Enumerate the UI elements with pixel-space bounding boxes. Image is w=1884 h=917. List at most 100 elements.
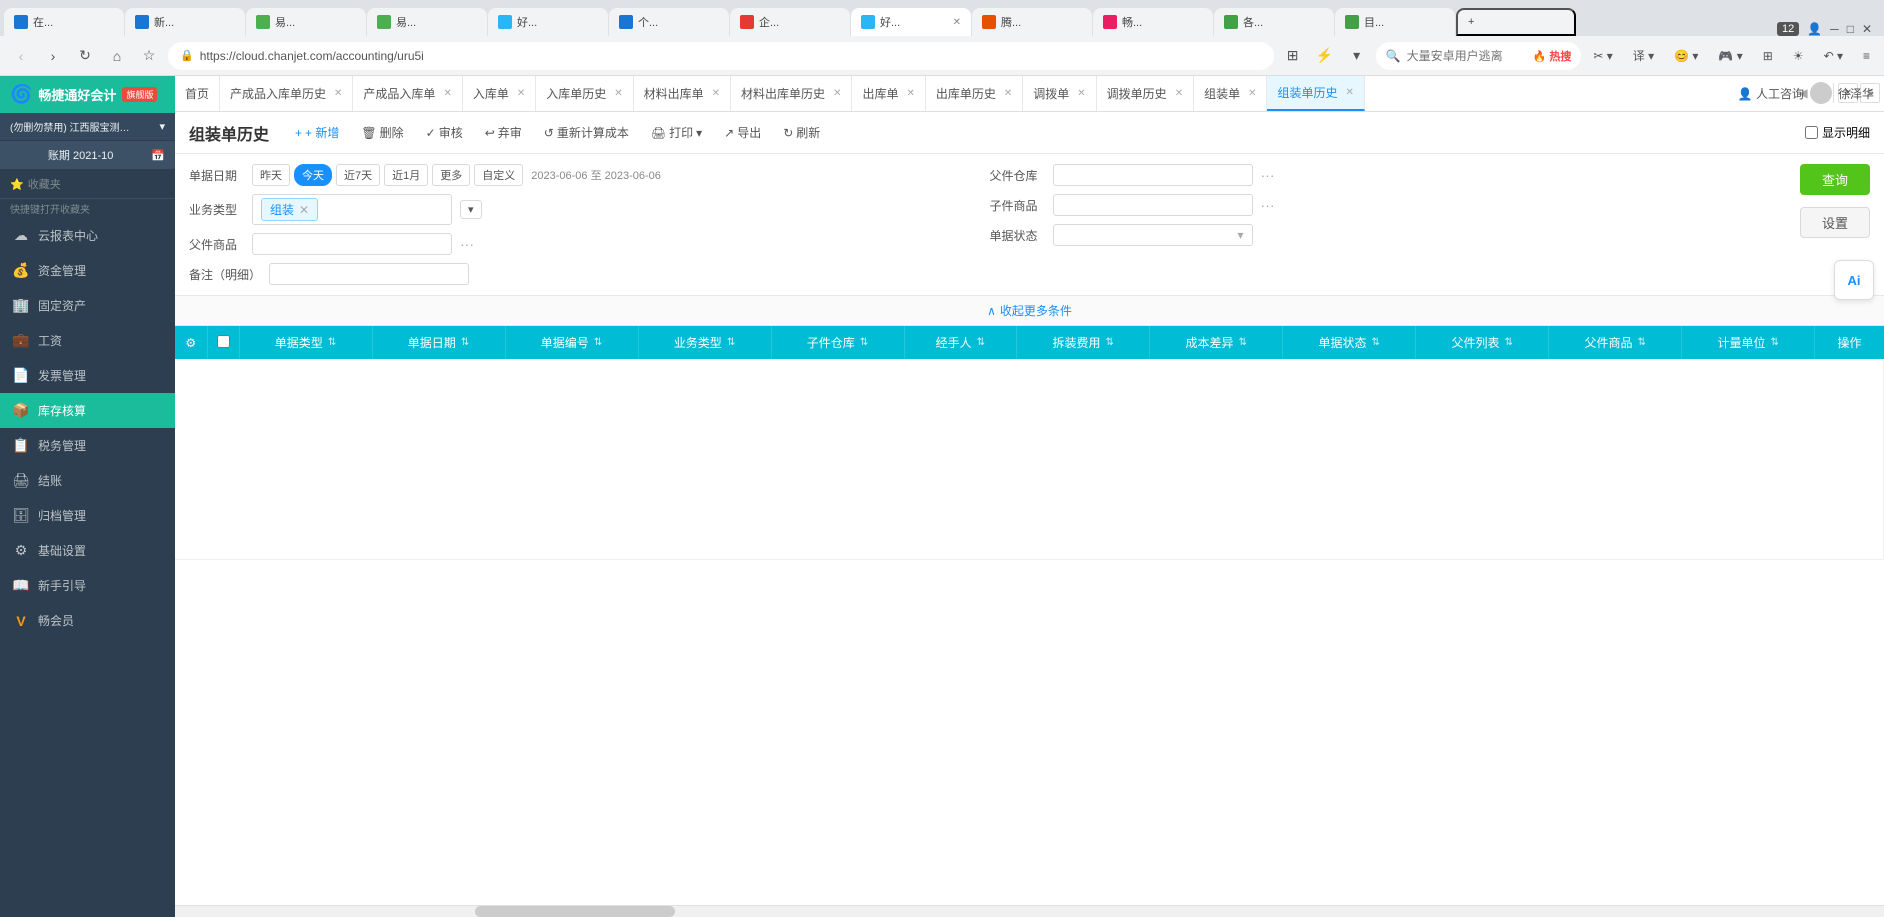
th-child-warehouse[interactable]: 子件仓库 ⇅ [771,326,904,359]
tab-inbound[interactable]: 入库单 ✕ [463,76,536,111]
parent-goods-input[interactable] [252,233,452,255]
sidebar-item-settings[interactable]: ⚙ 基础设置 [0,533,175,568]
table-settings-icon[interactable]: ⚙ [185,336,196,350]
add-button[interactable]: + + 新增 [287,120,347,145]
browser-tab-8[interactable]: 好... ✕ [851,8,971,36]
maximize-button[interactable]: □ [1847,22,1854,36]
browser-tab-9[interactable]: 腾... [972,8,1092,36]
tab-material-out[interactable]: 材料出库单 ✕ [634,76,731,111]
recalculate-button[interactable]: ↺ 重新计算成本 [536,120,637,145]
select-all-checkbox[interactable] [217,335,230,348]
browser-tab-6[interactable]: 个... [609,8,729,36]
period-selector[interactable]: 账期 2021-10 📅 [0,141,175,170]
sidebar-item-wage[interactable]: 💼 工资 [0,323,175,358]
profile-icon[interactable]: 👤 [1807,22,1822,36]
audit-button[interactable]: ✓ 审核 [418,120,471,145]
browser-tab-11[interactable]: 各... [1214,8,1334,36]
qr-code-button[interactable]: ⊞ [1280,43,1306,69]
delete-button[interactable]: 🗑 删除 [353,120,411,145]
tab-close-8[interactable]: ✕ [953,17,961,28]
sidebar-item-fixed-assets[interactable]: 🏢 固定资产 [0,288,175,323]
bookmark-button[interactable]: ☆ [136,43,162,69]
sidebar-item-settlement[interactable]: 🖨 结账 [0,463,175,498]
browser-tab-12[interactable]: 目... [1335,8,1455,36]
tab-transfer-history-close[interactable]: ✕ [1175,88,1183,99]
company-selector[interactable]: (勿删勿禁用) 江西服宝测试专用 ▾ [0,113,175,141]
parent-warehouse-input[interactable] [1053,164,1253,186]
parent-goods-more-icon[interactable]: ··· [460,236,474,252]
browser-tab-5[interactable]: 好... [488,8,608,36]
tab-production-in-close[interactable]: ✕ [443,88,451,99]
customer-service-icon[interactable]: 👤 人工咨询 [1738,85,1804,102]
th-settings[interactable]: ⚙ [175,326,207,359]
th-bill-no[interactable]: 单据编号 ⇅ [505,326,638,359]
dropdown-button[interactable]: ▾ [1344,43,1370,69]
th-cost-diff[interactable]: 成本差异 ⇅ [1150,326,1283,359]
browser-tab-1[interactable]: 在... [4,8,124,36]
th-bill-type[interactable]: 单据类型 ⇅ [239,326,372,359]
print-button[interactable]: 🖨 打印 ▾ [643,120,710,145]
home-button[interactable]: ⌂ [104,43,130,69]
minimize-button[interactable]: ─ [1830,22,1839,36]
tab-production-in-history[interactable]: 产成品入库单历史 ✕ [220,76,353,111]
ai-button[interactable]: Ai [1834,260,1874,300]
abandon-button[interactable]: ↩ 弃审 [477,120,530,145]
tab-assembly[interactable]: 组装单 ✕ [1194,76,1267,111]
sidebar-item-cloud-report[interactable]: ☁ 云报表中心 [0,218,175,253]
tab-assembly-history-close[interactable]: ✕ [1346,87,1354,98]
tab-transfer-close[interactable]: ✕ [1077,88,1085,99]
tab-material-out-history[interactable]: 材料出库单历史 ✕ [731,76,852,111]
tab-outbound[interactable]: 出库单 ✕ [852,76,925,111]
tab-inbound-history-close[interactable]: ✕ [614,88,622,99]
biz-type-input-area[interactable]: 组装 ✕ [252,194,452,225]
tab-production-in[interactable]: 产成品入库单 ✕ [353,76,462,111]
remark-input[interactable] [269,263,469,285]
emoji-button[interactable]: 😊 ▾ [1668,47,1704,65]
address-bar[interactable]: 🔒 https://cloud.chanjet.com/accounting/u… [168,42,1274,70]
export-button[interactable]: ↗ 导出 [716,120,769,145]
tab-assembly-history[interactable]: 组装单历史 ✕ [1267,76,1364,111]
menu-button[interactable]: ≡ [1857,47,1876,65]
search-input[interactable] [1407,49,1527,63]
brightness-button[interactable]: ☀ [1787,47,1810,65]
tab-inbound-close[interactable]: ✕ [517,88,525,99]
tab-outbound-history[interactable]: 出库单历史 ✕ [926,76,1023,111]
th-bill-status[interactable]: 单据状态 ⇅ [1283,326,1416,359]
sidebar-item-invoice[interactable]: 📄 发票管理 [0,358,175,393]
tab-home[interactable]: 首页 [175,76,220,111]
tab-production-in-history-close[interactable]: ✕ [334,88,342,99]
date-btn-7days[interactable]: 近7天 [336,164,380,186]
th-bill-date[interactable]: 单据日期 ⇅ [372,326,505,359]
tab-outbound-close[interactable]: ✕ [906,88,914,99]
forward-button[interactable]: › [40,43,66,69]
scissors-button[interactable]: ✂ ▾ [1587,47,1618,65]
browser-tab-2[interactable]: 新... [125,8,245,36]
undo-button[interactable]: ↶ ▾ [1818,47,1849,65]
th-biz-type[interactable]: 业务类型 ⇅ [638,326,771,359]
biz-type-dropdown[interactable]: ▾ [460,200,482,219]
th-checkbox[interactable] [207,326,239,359]
th-handler[interactable]: 经手人 ⇅ [904,326,1017,359]
game-button[interactable]: 🎮 ▾ [1712,47,1748,65]
browser-tab-10[interactable]: 畅... [1093,8,1213,36]
date-btn-more[interactable]: 更多 [432,164,470,186]
close-button[interactable]: ✕ [1862,22,1872,36]
favorites-section[interactable]: ⭐ 收藏夹 [0,170,175,199]
tab-transfer-history[interactable]: 调拨单历史 ✕ [1097,76,1194,111]
filter-settings-button[interactable]: 设置 [1800,207,1870,238]
sidebar-item-archive[interactable]: 🗄 归档管理 [0,498,175,533]
back-button[interactable]: ‹ [8,43,34,69]
date-btn-custom[interactable]: 自定义 [474,164,523,186]
child-goods-more-icon[interactable]: ··· [1261,197,1275,213]
date-btn-1month[interactable]: 近1月 [384,164,428,186]
warehouse-more-icon[interactable]: ··· [1261,167,1275,183]
show-detail-checkbox[interactable] [1805,126,1818,139]
tab-outbound-history-close[interactable]: ✕ [1004,88,1012,99]
th-parent-list[interactable]: 父件列表 ⇅ [1416,326,1549,359]
flash-button[interactable]: ⚡ [1312,43,1338,69]
tab-material-out-close[interactable]: ✕ [712,88,720,99]
sidebar-item-fund[interactable]: 💰 资金管理 [0,253,175,288]
sidebar-item-member[interactable]: V 畅会员 [0,603,175,638]
browser-tab-3[interactable]: 易... [246,8,366,36]
show-detail-label[interactable]: 显示明细 [1822,124,1870,141]
